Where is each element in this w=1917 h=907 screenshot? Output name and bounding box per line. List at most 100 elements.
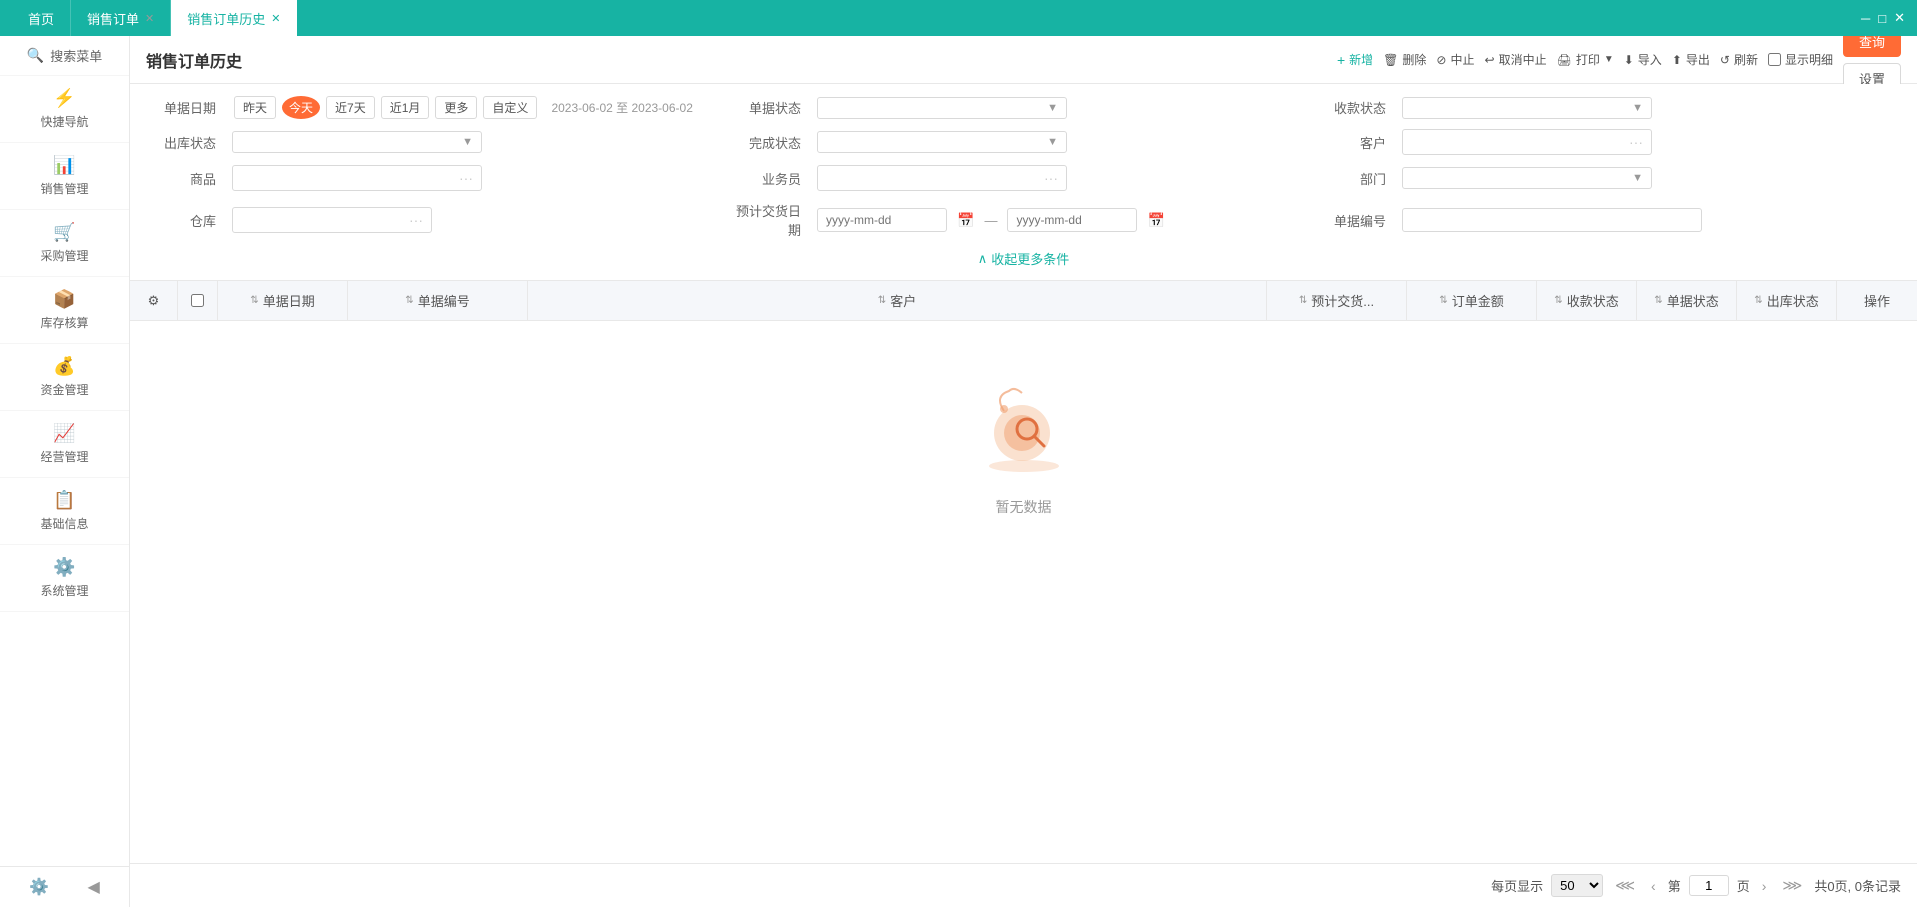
query-button[interactable]: 查询 xyxy=(1843,36,1901,57)
page-nav-next[interactable]: › xyxy=(1758,876,1771,896)
select-all-checkbox[interactable] xyxy=(191,294,204,307)
page-number-input[interactable] xyxy=(1689,875,1729,896)
th-warehouse-status-label: 出库状态 xyxy=(1767,291,1819,310)
tab-sales-order-history[interactable]: 销售订单历史 ✕ xyxy=(171,0,297,36)
date-7days[interactable]: 近7天 xyxy=(326,96,375,119)
th-settings[interactable]: ⚙ xyxy=(130,281,178,320)
per-page-select[interactable]: 50 10 20 100 xyxy=(1551,874,1603,897)
th-bill-status[interactable]: ⇅ 单据状态 xyxy=(1637,281,1737,320)
minimize-btn[interactable]: ─ xyxy=(1861,11,1870,26)
stop-button[interactable]: ⊘ 中止 xyxy=(1436,51,1474,68)
top-bar: 首页 销售订单 ✕ 销售订单历史 ✕ ─ □ ✕ xyxy=(0,0,1917,36)
receipt-status-select[interactable]: ▼ xyxy=(1402,97,1652,119)
th-bill-status-label: 单据状态 xyxy=(1667,291,1719,310)
warehouse-status-select[interactable]: ▼ xyxy=(232,131,482,153)
filter-dept-col: 部门 ▼ xyxy=(1316,167,1901,189)
delivery-date-to[interactable] xyxy=(1007,208,1137,232)
th-amount[interactable]: ⇅ 订单金额 xyxy=(1407,281,1537,320)
cancel-stop-label: 取消中止 xyxy=(1499,51,1547,68)
export-button[interactable]: ⬆ 导出 xyxy=(1672,51,1710,68)
warehouse-select[interactable]: ··· xyxy=(232,207,432,233)
page-nav-last[interactable]: ⋙ xyxy=(1778,875,1806,896)
sidebar-item-quick-nav[interactable]: ⚡ 快捷导航 xyxy=(0,76,129,143)
sort-amount-icon: ⇅ xyxy=(1439,295,1447,306)
filter-row-3: 商品 ··· 业务员 ··· 部门 xyxy=(146,165,1901,191)
display-cols-toggle[interactable]: 显示明细 xyxy=(1768,51,1833,68)
sidebar-item-basic-info[interactable]: 📋 基础信息 xyxy=(0,478,129,545)
th-docno[interactable]: ⇅ 单据编号 xyxy=(348,281,528,320)
print-label: 打印 xyxy=(1576,51,1600,68)
bill-status-select[interactable]: ▼ xyxy=(817,97,1067,119)
date-more[interactable]: 更多 xyxy=(435,96,477,119)
purchase-mgmt-icon: 🛒 xyxy=(53,222,75,243)
sidebar-item-operations-mgmt[interactable]: 📈 经营管理 xyxy=(0,411,129,478)
customer-select[interactable]: ··· xyxy=(1402,129,1652,155)
window-controls: ─ □ ✕ xyxy=(1861,10,1905,26)
delivery-date-from[interactable] xyxy=(817,208,947,232)
th-delivery[interactable]: ⇅ 预计交货... xyxy=(1267,281,1407,320)
tab-sales-order-history-close[interactable]: ✕ xyxy=(271,12,280,25)
sidebar-item-capital-mgmt[interactable]: 💰 资金管理 xyxy=(0,344,129,411)
system-mgmt-icon: ⚙️ xyxy=(53,557,75,578)
print-button[interactable]: 🖨 打印 ▼ xyxy=(1557,51,1614,68)
goods-select[interactable]: ··· xyxy=(232,165,482,191)
chevron-up-icon: ∧ xyxy=(978,251,988,267)
complete-status-select[interactable]: ▼ xyxy=(817,131,1067,153)
sidebar-item-system-mgmt[interactable]: ⚙️ 系统管理 xyxy=(0,545,129,612)
sidebar-item-purchase-mgmt[interactable]: 🛒 采购管理 xyxy=(0,210,129,277)
sidebar-item-inventory[interactable]: 📦 库存核算 xyxy=(0,277,129,344)
date-custom[interactable]: 自定义 xyxy=(483,96,537,119)
sidebar: 🔍 搜索菜单 ⚡ 快捷导航 📊 销售管理 🛒 采购管理 📦 库存核算 💰 资金管… xyxy=(0,36,130,907)
add-button[interactable]: + 新增 xyxy=(1337,51,1373,68)
date-today[interactable]: 今天 xyxy=(282,96,320,119)
tab-sales-order[interactable]: 销售订单 ✕ xyxy=(71,0,171,36)
delete-button[interactable]: 🗑 删除 xyxy=(1383,51,1426,68)
collapse-link[interactable]: ∧ 收起更多条件 xyxy=(146,249,1901,268)
delete-icon: 🗑 xyxy=(1383,53,1398,67)
date-yesterday[interactable]: 昨天 xyxy=(234,96,276,119)
tab-sales-order-close[interactable]: ✕ xyxy=(145,12,154,25)
date-1month[interactable]: 近1月 xyxy=(381,96,430,119)
per-page-label: 每页显示 xyxy=(1491,876,1543,895)
th-date[interactable]: ⇅ 单据日期 xyxy=(218,281,348,320)
sidebar-item-sales-mgmt[interactable]: 📊 销售管理 xyxy=(0,143,129,210)
dept-select[interactable]: ▼ xyxy=(1402,167,1652,189)
sort-receipt-icon: ⇅ xyxy=(1554,295,1562,306)
window-close-btn[interactable]: ✕ xyxy=(1894,10,1905,26)
page-nav-prev[interactable]: ‹ xyxy=(1647,876,1660,896)
th-checkbox[interactable] xyxy=(178,281,218,320)
warehouse-status-chevron: ▼ xyxy=(462,136,473,148)
import-button[interactable]: ⬇ 导入 xyxy=(1624,51,1662,68)
bill-no-input[interactable] xyxy=(1402,208,1702,232)
sidebar-collapse-icon[interactable]: ◀ xyxy=(87,877,99,897)
salesperson-dots[interactable]: ··· xyxy=(1044,170,1058,186)
display-cols-checkbox[interactable] xyxy=(1768,53,1781,66)
filter-salesperson-col: 业务员 ··· xyxy=(731,165,1316,191)
goods-dots[interactable]: ··· xyxy=(459,170,473,186)
import-icon: ⬇ xyxy=(1624,53,1634,67)
th-warehouse-status[interactable]: ⇅ 出库状态 xyxy=(1737,281,1837,320)
content-area: 销售订单历史 + 新增 🗑 删除 ⊘ 中止 ↩ 取消中止 xyxy=(130,36,1917,907)
maximize-btn[interactable]: □ xyxy=(1878,11,1886,26)
calendar-from-icon[interactable]: 📅 xyxy=(957,212,974,229)
calendar-to-icon[interactable]: 📅 xyxy=(1147,212,1164,229)
th-customer-label: 客户 xyxy=(890,291,916,310)
th-customer[interactable]: ⇅ 客户 xyxy=(528,281,1267,320)
th-receipt-status[interactable]: ⇅ 收款状态 xyxy=(1537,281,1637,320)
sidebar-settings-icon[interactable]: ⚙️ xyxy=(29,877,49,897)
refresh-icon: ↺ xyxy=(1720,53,1730,67)
goods-label: 商品 xyxy=(146,169,226,188)
warehouse-dots[interactable]: ··· xyxy=(409,212,423,228)
bill-status-label: 单据状态 xyxy=(731,98,811,117)
page-label-before: 第 xyxy=(1668,876,1681,895)
customer-dots[interactable]: ··· xyxy=(1629,134,1643,150)
page-header: 销售订单历史 + 新增 🗑 删除 ⊘ 中止 ↩ 取消中止 xyxy=(130,36,1917,84)
th-date-label: 单据日期 xyxy=(263,291,315,310)
page-label-after: 页 xyxy=(1737,876,1750,895)
salesperson-select[interactable]: ··· xyxy=(817,165,1067,191)
sidebar-search[interactable]: 🔍 搜索菜单 xyxy=(0,36,129,76)
refresh-button[interactable]: ↺ 刷新 xyxy=(1720,51,1758,68)
page-nav-first[interactable]: ⋘ xyxy=(1611,875,1639,896)
tab-home[interactable]: 首页 xyxy=(12,0,71,36)
cancel-stop-button[interactable]: ↩ 取消中止 xyxy=(1485,51,1547,68)
